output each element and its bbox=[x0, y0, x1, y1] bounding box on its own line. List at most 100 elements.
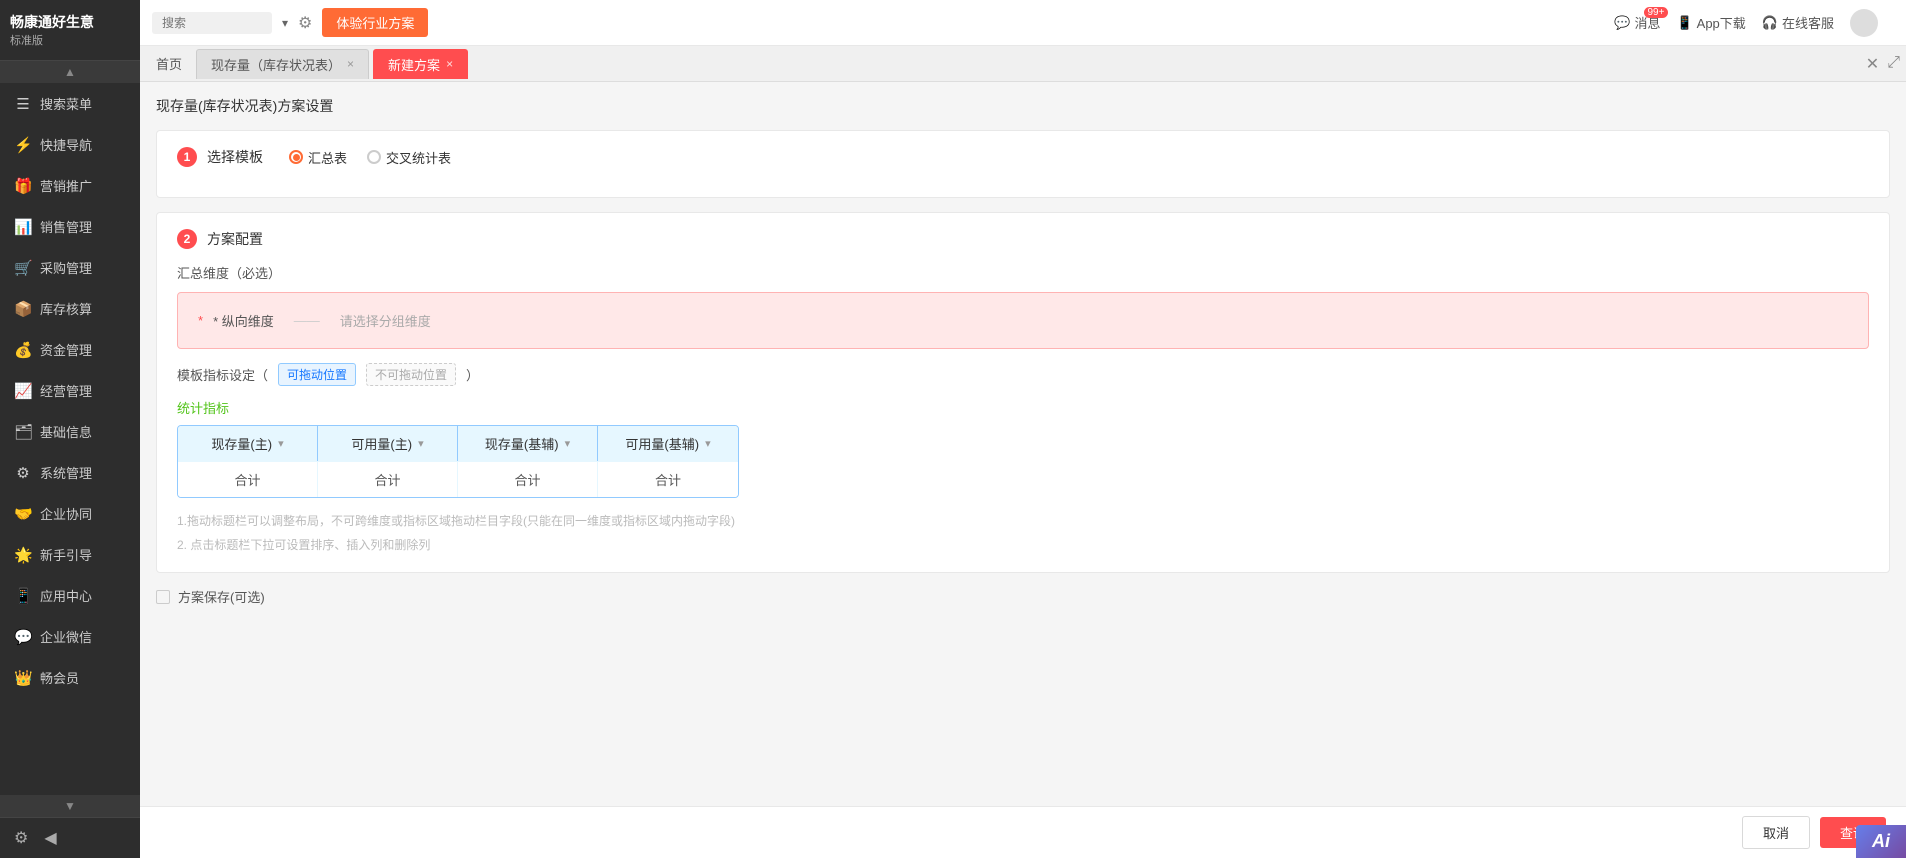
app-name: 畅康通好生意 bbox=[10, 12, 130, 32]
step1-header: 1 选择模板 汇总表 交叉统计表 bbox=[177, 147, 1869, 167]
inventory-icon: 📦 bbox=[14, 300, 32, 318]
sidebar-scroll-down[interactable]: ▼ bbox=[0, 795, 140, 817]
col-chevron-3[interactable]: ▾ bbox=[705, 437, 711, 450]
sidebar-item-label: 搜索菜单 bbox=[40, 94, 92, 113]
tab-inventory[interactable]: 现存量（库存状况表） × bbox=[196, 49, 369, 79]
sidebar-scroll-up[interactable]: ▲ bbox=[0, 61, 140, 83]
tab-minimize-icon[interactable]: ✕ bbox=[1866, 54, 1879, 74]
sidebar-item-sales[interactable]: 📊 销售管理 bbox=[0, 206, 140, 247]
col-current-aux[interactable]: 现存量(基辅) ▾ bbox=[458, 426, 598, 461]
online-service-label: 在线客服 bbox=[1782, 13, 1834, 32]
sidebar-item-operation[interactable]: 📈 经营管理 bbox=[0, 370, 140, 411]
online-service-button[interactable]: 🎧 在线客服 bbox=[1762, 13, 1834, 32]
stats-section-title: 统计指标 bbox=[177, 398, 1869, 417]
basic-info-icon: 🗂 bbox=[14, 423, 32, 441]
sidebar-item-label: 快捷导航 bbox=[40, 135, 92, 154]
trial-industry-button[interactable]: 体验行业方案 bbox=[322, 8, 428, 37]
step1-card: 1 选择模板 汇总表 交叉统计表 bbox=[156, 130, 1890, 198]
tab-inventory-close[interactable]: × bbox=[347, 57, 354, 71]
tips-box: 1.拖动标题栏可以调整布局，不可跨维度或指标区域拖动栏目字段(只能在同一维度或指… bbox=[177, 511, 1869, 556]
col-chevron-0[interactable]: ▾ bbox=[278, 437, 284, 450]
vertical-dim-label: * 纵向维度 bbox=[213, 311, 274, 330]
col-chevron-2[interactable]: ▾ bbox=[565, 437, 571, 450]
settings-icon[interactable]: ⚙ bbox=[14, 828, 28, 848]
step1-title: 选择模板 bbox=[207, 147, 263, 167]
purchase-icon: 🛒 bbox=[14, 259, 32, 277]
sidebar-item-label: 采购管理 bbox=[40, 258, 92, 277]
footer-bar: 取消 查询 bbox=[140, 806, 1906, 858]
col-chevron-1[interactable]: ▾ bbox=[418, 437, 424, 450]
headset-icon: 🎧 bbox=[1762, 15, 1778, 31]
sidebar-item-guide[interactable]: 🌟 新手引导 bbox=[0, 534, 140, 575]
save-option-row: 方案保存(可选) bbox=[156, 587, 1890, 606]
guide-icon: 🌟 bbox=[14, 546, 32, 564]
search-menu-icon: ☰ bbox=[14, 95, 32, 113]
col-current-main[interactable]: 现存量(主) ▾ bbox=[178, 426, 318, 461]
content-area: 现存量(库存状况表)方案设置 1 选择模板 汇总表 交叉统计表 bbox=[140, 82, 1906, 806]
sidebar-item-label: 畅会员 bbox=[40, 668, 79, 687]
tip-1: 1.拖动标题栏可以调整布局，不可跨维度或指标区域拖动栏目字段(只能在同一维度或指… bbox=[177, 511, 1869, 533]
topbar-right: 💬 消息 99+ 📱 App下载 🎧 在线客服 bbox=[1614, 9, 1894, 37]
chevron-down-icon: ▾ bbox=[282, 16, 288, 30]
sidebar-item-system[interactable]: ⚙ 系统管理 bbox=[0, 452, 140, 493]
template-radio-group: 汇总表 交叉统计表 bbox=[289, 148, 451, 167]
topbar: ▾ ⚙ 体验行业方案 💬 消息 99+ 📱 App下载 🎧 在线客服 bbox=[140, 0, 1906, 46]
indicator-setting-row: 模板指标设定（ 可拖动位置 不可拖动位置 ） bbox=[177, 363, 1869, 386]
step2-card: 2 方案配置 汇总维度（必选） * * 纵向维度 —— 请选择分组维度 模板指标… bbox=[156, 212, 1890, 573]
cell-3: 合计 bbox=[598, 462, 738, 497]
tabs-bar: 首页 现存量（库存状况表） × 新建方案 × ✕ ⤢ bbox=[140, 46, 1906, 82]
sidebar-item-label: 资金管理 bbox=[40, 340, 92, 359]
summary-dimension-label: 汇总维度（必选） bbox=[177, 263, 1869, 282]
avatar[interactable] bbox=[1850, 9, 1878, 37]
member-icon: 👑 bbox=[14, 669, 32, 687]
tab-home[interactable]: 首页 bbox=[146, 54, 192, 73]
save-checkbox[interactable] bbox=[156, 590, 170, 604]
sidebar-item-basic-info[interactable]: 🗂 基础信息 bbox=[0, 411, 140, 452]
col-current-main-label: 现存量(主) bbox=[211, 434, 272, 453]
collapse-icon[interactable]: ◀ bbox=[44, 828, 56, 848]
radio-dot-cross bbox=[367, 150, 381, 164]
stats-table-header: 现存量(主) ▾ 可用量(主) ▾ 现存量(基辅) ▾ 可用量(基辅) ▾ bbox=[178, 426, 738, 461]
tab-new-scheme-close[interactable]: × bbox=[446, 57, 453, 71]
sidebar-item-purchase[interactable]: 🛒 采购管理 bbox=[0, 247, 140, 288]
ai-badge[interactable]: Ai bbox=[1856, 825, 1906, 858]
topbar-dropdown[interactable]: ▾ bbox=[282, 16, 288, 30]
page-title: 现存量(库存状况表)方案设置 bbox=[156, 96, 1890, 116]
sidebar-item-app-center[interactable]: 📱 应用中心 bbox=[0, 575, 140, 616]
sidebar-item-finance[interactable]: 💰 资金管理 bbox=[0, 329, 140, 370]
sidebar-item-inventory[interactable]: 📦 库存核算 bbox=[0, 288, 140, 329]
search-input[interactable] bbox=[152, 12, 272, 34]
radio-cross-table[interactable]: 交叉统计表 bbox=[367, 148, 451, 167]
col-available-aux[interactable]: 可用量(基辅) ▾ bbox=[598, 426, 738, 461]
main-area: ▾ ⚙ 体验行业方案 💬 消息 99+ 📱 App下载 🎧 在线客服 首页 bbox=[140, 0, 1906, 858]
tab-expand-icon[interactable]: ⤢ bbox=[1887, 54, 1900, 74]
radio-summary-table[interactable]: 汇总表 bbox=[289, 148, 347, 167]
sidebar-item-quick-nav[interactable]: ⚡ 快捷导航 bbox=[0, 124, 140, 165]
col-available-main-label: 可用量(主) bbox=[351, 434, 412, 453]
tab-new-scheme-label: 新建方案 bbox=[388, 55, 440, 74]
sidebar-item-search[interactable]: ☰ 搜索菜单 bbox=[0, 83, 140, 124]
app-download-button[interactable]: 📱 App下载 bbox=[1676, 13, 1745, 32]
sidebar-item-label: 企业微信 bbox=[40, 627, 92, 646]
tab-new-scheme[interactable]: 新建方案 × bbox=[373, 49, 468, 79]
app-edition: 标准版 bbox=[10, 32, 130, 48]
vertical-dimension-box[interactable]: * * 纵向维度 —— 请选择分组维度 bbox=[177, 292, 1869, 349]
step1-num: 1 bbox=[177, 147, 197, 167]
sidebar-item-label: 企业协同 bbox=[40, 504, 92, 523]
sidebar-item-weixin[interactable]: 💬 企业微信 bbox=[0, 616, 140, 657]
enterprise-icon: 🤝 bbox=[14, 505, 32, 523]
messages-button[interactable]: 💬 消息 99+ bbox=[1614, 13, 1660, 32]
col-available-main[interactable]: 可用量(主) ▾ bbox=[318, 426, 458, 461]
sidebar-item-enterprise[interactable]: 🤝 企业协同 bbox=[0, 493, 140, 534]
gear-icon[interactable]: ⚙ bbox=[298, 13, 312, 33]
cancel-button[interactable]: 取消 bbox=[1742, 816, 1810, 849]
sidebar-item-member[interactable]: 👑 畅会员 bbox=[0, 657, 140, 698]
sidebar-bottom: ⚙ ◀ bbox=[0, 817, 140, 858]
app-download-label: App下载 bbox=[1697, 13, 1746, 32]
required-star: * bbox=[198, 313, 203, 328]
step2-num: 2 bbox=[177, 229, 197, 249]
sidebar-item-marketing[interactable]: 🎁 营销推广 bbox=[0, 165, 140, 206]
sidebar-item-label: 基础信息 bbox=[40, 422, 92, 441]
step2-title: 方案配置 bbox=[207, 229, 263, 249]
system-icon: ⚙ bbox=[14, 464, 32, 482]
